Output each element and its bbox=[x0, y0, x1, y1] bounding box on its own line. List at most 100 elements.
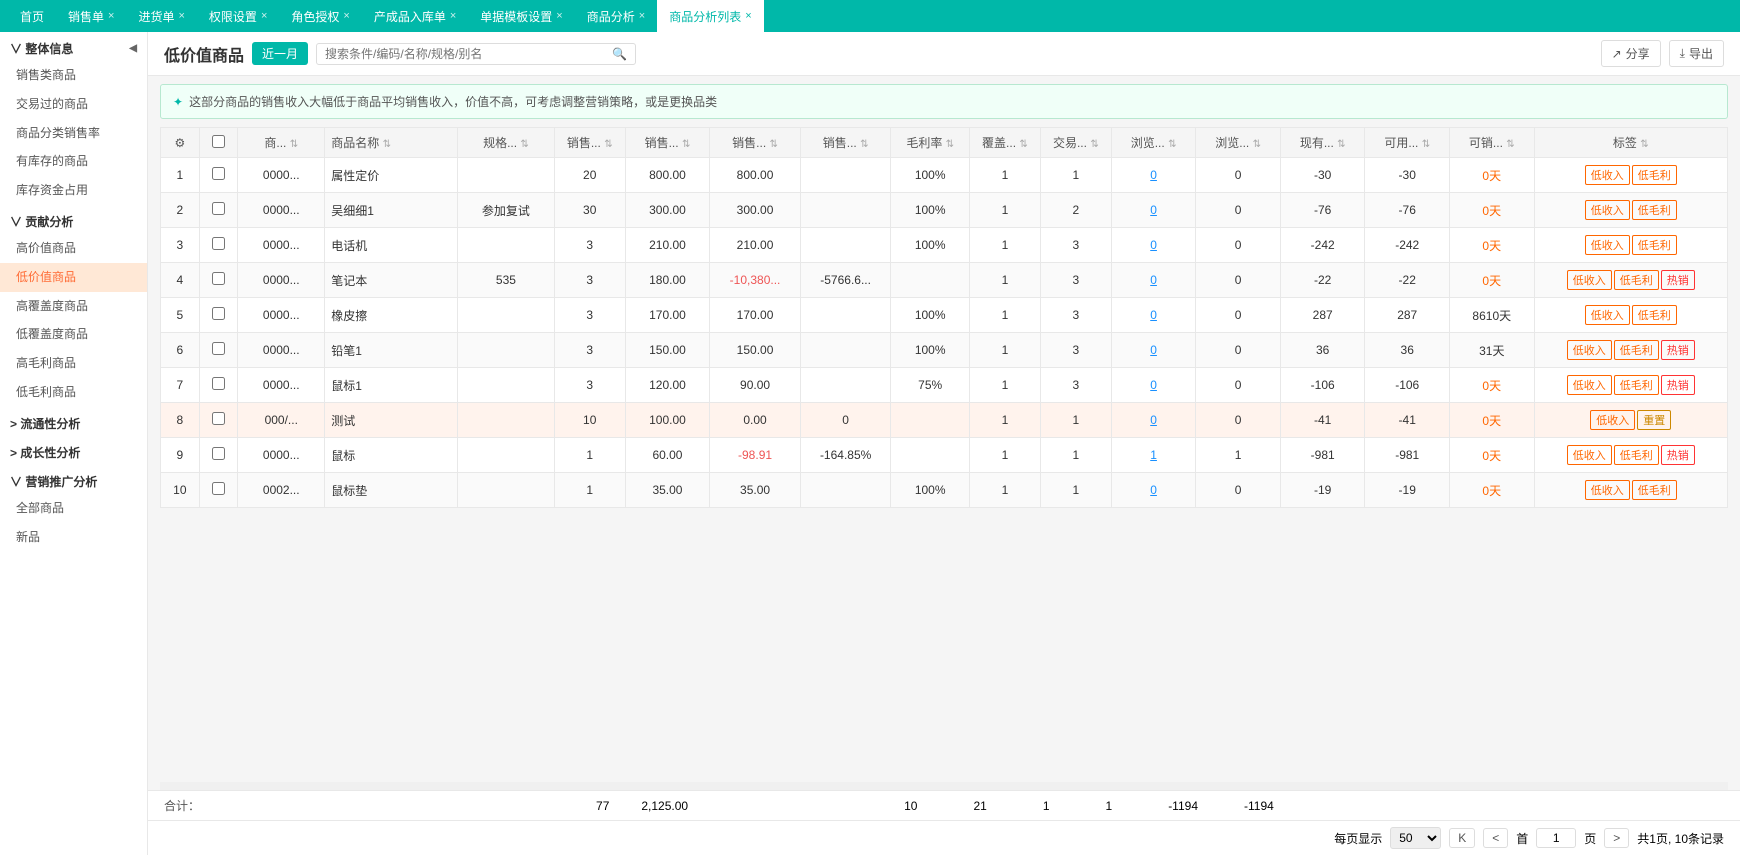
row-check[interactable] bbox=[199, 158, 238, 193]
row-check[interactable] bbox=[199, 368, 238, 403]
nav-template-settings[interactable]: 单据模板设置 × bbox=[468, 0, 574, 32]
row-check[interactable] bbox=[199, 333, 238, 368]
nav-home[interactable]: 首页 bbox=[8, 0, 56, 32]
row-current: -30 bbox=[1280, 158, 1365, 193]
filter-recent-month-button[interactable]: 近一月 bbox=[252, 42, 308, 65]
row-view1[interactable]: 0 bbox=[1111, 403, 1196, 438]
horizontal-scrollbar[interactable] bbox=[160, 782, 1728, 790]
col-code-header[interactable]: 商... ⇅ bbox=[238, 128, 325, 158]
sidebar-item-stock-fund[interactable]: 库存资金占用 bbox=[0, 176, 147, 205]
nav-close-icon[interactable]: × bbox=[108, 10, 114, 22]
search-input[interactable] bbox=[325, 47, 608, 61]
row-view1[interactable]: 0 bbox=[1111, 158, 1196, 193]
row-view1[interactable]: 0 bbox=[1111, 228, 1196, 263]
sidebar-group-contribution[interactable]: ∨ 贡献分析 bbox=[0, 205, 147, 234]
row-sale-qty: 10 bbox=[554, 403, 625, 438]
col-current-header[interactable]: 现有... ⇅ bbox=[1280, 128, 1365, 158]
nav-close-icon[interactable]: × bbox=[556, 10, 562, 22]
sidebar-item-new-goods[interactable]: 新品 bbox=[0, 523, 147, 552]
col-sale-qty-header[interactable]: 销售... ⇅ bbox=[554, 128, 625, 158]
row-code: 0000... bbox=[238, 368, 325, 403]
row-check[interactable] bbox=[199, 473, 238, 508]
col-gross-header[interactable]: 毛利率 ⇅ bbox=[891, 128, 970, 158]
nav-close-icon[interactable]: × bbox=[639, 10, 645, 22]
row-trade: 3 bbox=[1040, 298, 1111, 333]
data-table-container: ⚙ 商... ⇅ 商品名称 ⇅ 规格... ⇅ 销售... ⇅ 销售... ⇅ … bbox=[160, 127, 1728, 782]
sidebar-item-traded-goods[interactable]: 交易过的商品 bbox=[0, 90, 147, 119]
row-no: 10 bbox=[161, 473, 200, 508]
row-view1[interactable]: 0 bbox=[1111, 193, 1196, 228]
sidebar-item-stocked-goods[interactable]: 有库存的商品 bbox=[0, 147, 147, 176]
row-trade: 1 bbox=[1040, 438, 1111, 473]
nav-sales-order[interactable]: 销售单 × bbox=[56, 0, 126, 32]
row-sale-price: 300.00 bbox=[625, 193, 710, 228]
nav-product-analysis-list[interactable]: 商品分析列表 × bbox=[657, 0, 763, 32]
next-page-button[interactable]: > bbox=[1604, 828, 1629, 848]
row-view1[interactable]: 0 bbox=[1111, 368, 1196, 403]
sidebar-item-high-margin[interactable]: 高毛利商品 bbox=[0, 349, 147, 378]
row-sale-cost bbox=[800, 193, 891, 228]
row-view1[interactable]: 0 bbox=[1111, 473, 1196, 508]
col-view2-header[interactable]: 浏览... ⇅ bbox=[1196, 128, 1281, 158]
sidebar-item-high-coverage[interactable]: 高覆盖度商品 bbox=[0, 292, 147, 321]
sidebar-item-low-value[interactable]: 低价值商品 bbox=[0, 263, 147, 292]
sidebar-group-overall[interactable]: ∨ 整体信息 ◀ bbox=[0, 32, 147, 61]
row-check[interactable] bbox=[199, 403, 238, 438]
sidebar-group-marketing[interactable]: ∨ 营销推广分析 bbox=[0, 465, 147, 494]
table-row: 9 0000... 鼠标 1 60.00 -98.91 -164.85% 1 1… bbox=[161, 438, 1728, 473]
col-avail-header[interactable]: 可用... ⇅ bbox=[1365, 128, 1450, 158]
prev-page-button[interactable]: < bbox=[1483, 828, 1508, 848]
row-check[interactable] bbox=[199, 193, 238, 228]
col-tags-header[interactable]: 标签 ⇅ bbox=[1534, 128, 1727, 158]
row-current: -41 bbox=[1280, 403, 1365, 438]
first-page-button[interactable]: K bbox=[1449, 828, 1475, 848]
col-name-header[interactable]: 商品名称 ⇅ bbox=[325, 128, 458, 158]
col-sale2-header[interactable]: 可销... ⇅ bbox=[1450, 128, 1535, 158]
page-size-select[interactable]: 50 100 bbox=[1390, 827, 1441, 849]
row-view1[interactable]: 0 bbox=[1111, 333, 1196, 368]
sidebar-item-low-margin[interactable]: 低毛利商品 bbox=[0, 378, 147, 407]
col-cover-header[interactable]: 覆盖... ⇅ bbox=[969, 128, 1040, 158]
row-view2: 0 bbox=[1196, 228, 1281, 263]
nav-product-entry[interactable]: 产成品入库单 × bbox=[362, 0, 468, 32]
share-button[interactable]: ↗ 分享 bbox=[1601, 40, 1661, 67]
col-view1-header[interactable]: 浏览... ⇅ bbox=[1111, 128, 1196, 158]
sidebar-item-high-value[interactable]: 高价值商品 bbox=[0, 234, 147, 263]
nav-close-icon[interactable]: × bbox=[261, 10, 267, 22]
col-sale-amt-header[interactable]: 销售... ⇅ bbox=[710, 128, 801, 158]
nav-close-icon[interactable]: × bbox=[343, 10, 349, 22]
export-button[interactable]: ⤓ 导出 bbox=[1669, 40, 1724, 67]
nav-close-icon[interactable]: × bbox=[178, 10, 184, 22]
row-check[interactable] bbox=[199, 228, 238, 263]
page-number-input[interactable] bbox=[1536, 828, 1576, 848]
row-view1[interactable]: 1 bbox=[1111, 438, 1196, 473]
sidebar-item-all-goods[interactable]: 全部商品 bbox=[0, 494, 147, 523]
col-settings[interactable]: ⚙ bbox=[161, 128, 200, 158]
nav-close-icon[interactable]: × bbox=[450, 10, 456, 22]
col-sale-cost-header[interactable]: 销售... ⇅ bbox=[800, 128, 891, 158]
sidebar-item-low-coverage[interactable]: 低覆盖度商品 bbox=[0, 320, 147, 349]
col-trade-header[interactable]: 交易... ⇅ bbox=[1040, 128, 1111, 158]
sidebar-group-growth[interactable]: > 成长性分析 bbox=[0, 436, 147, 465]
nav-close-active-icon[interactable]: × bbox=[745, 10, 751, 22]
sidebar-item-category-sales-rate[interactable]: 商品分类销售率 bbox=[0, 119, 147, 148]
search-icon[interactable]: 🔍 bbox=[612, 47, 627, 61]
nav-purchase-order[interactable]: 进货单 × bbox=[126, 0, 196, 32]
row-no: 9 bbox=[161, 438, 200, 473]
col-check-all[interactable] bbox=[199, 128, 238, 158]
row-avail: -981 bbox=[1365, 438, 1450, 473]
total-trade: 21 bbox=[973, 799, 986, 813]
row-check[interactable] bbox=[199, 298, 238, 333]
row-check[interactable] bbox=[199, 438, 238, 473]
row-view1[interactable]: 0 bbox=[1111, 298, 1196, 333]
row-view1[interactable]: 0 bbox=[1111, 263, 1196, 298]
sidebar-item-sales-goods[interactable]: 销售类商品 bbox=[0, 61, 147, 90]
col-sale-price-header[interactable]: 销售... ⇅ bbox=[625, 128, 710, 158]
nav-product-analysis[interactable]: 商品分析 × bbox=[575, 0, 657, 32]
nav-permissions[interactable]: 权限设置 × bbox=[197, 0, 279, 32]
sidebar-group-circulation[interactable]: > 流通性分析 bbox=[0, 407, 147, 436]
row-check[interactable] bbox=[199, 263, 238, 298]
col-spec-header[interactable]: 规格... ⇅ bbox=[458, 128, 555, 158]
nav-roles[interactable]: 角色授权 × bbox=[279, 0, 361, 32]
row-current: 287 bbox=[1280, 298, 1365, 333]
